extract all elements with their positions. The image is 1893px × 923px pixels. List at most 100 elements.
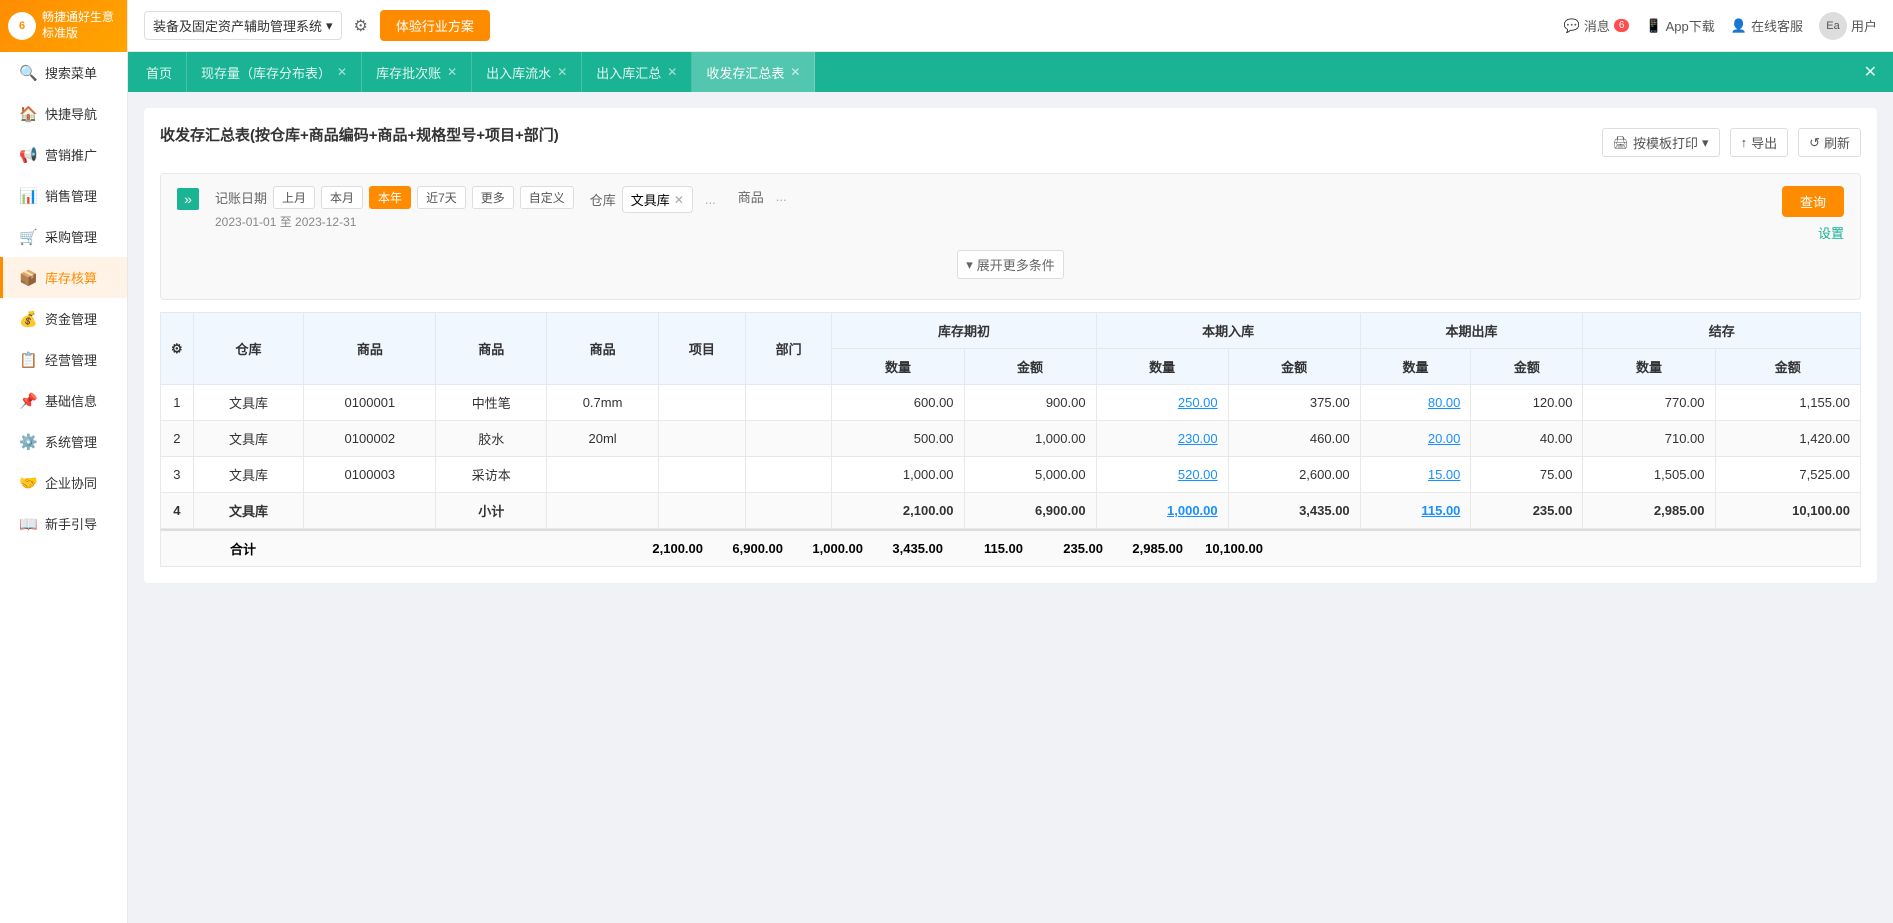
cell-in-amt: 375.00 <box>1228 385 1360 421</box>
cell-in-amt: 460.00 <box>1228 421 1360 457</box>
warehouse-filter-group: 仓库 文具库 ✕ ... <box>590 186 722 213</box>
date-btn-more[interactable]: 更多 <box>472 186 514 209</box>
cell-opening-qty: 1,000.00 <box>832 457 964 493</box>
sidebar-item-label: 库存核算 <box>45 268 97 287</box>
cell-out-qty[interactable]: 115.00 <box>1360 493 1471 529</box>
tab-close-icon[interactable]: ✕ <box>667 65 677 79</box>
cell-dept <box>745 457 832 493</box>
filter-toggle-btn[interactable]: » <box>177 188 199 210</box>
filter-settings-link[interactable]: 设置 <box>1818 223 1844 242</box>
sidebar-item-purchase[interactable]: 🛒采购管理 <box>0 216 127 257</box>
col-header-closing-amt: 金额 <box>1715 349 1861 385</box>
sidebar-item-system[interactable]: ⚙️ 系统管理 <box>0 421 127 462</box>
cell-opening-amt: 6,900.00 <box>964 493 1096 529</box>
cell-spec: 0.7mm <box>547 385 659 421</box>
sidebar: 6 畅捷通好生意 标准版 🔍搜索菜单🏠快捷导航📢营销推广📊销售管理🛒采购管理📦库… <box>0 0 128 923</box>
col-header-closing: 结存 <box>1583 313 1861 349</box>
print-icon: 🖨 <box>1613 135 1630 151</box>
remove-warehouse-icon[interactable]: ✕ <box>674 193 684 207</box>
col-header-in: 本期入库 <box>1096 313 1360 349</box>
date-btn-7days[interactable]: 近7天 <box>417 186 466 209</box>
date-btn-last-month[interactable]: 上月 <box>273 186 315 209</box>
cell-closing-qty: 2,985.00 <box>1583 493 1715 529</box>
data-table: ⚙ 仓库 商品 商品 商品 项目 部门 库存期初 本期入库 本期出库 结存 <box>160 312 1861 529</box>
online-service-item[interactable]: 👤 在线客服 <box>1731 16 1803 35</box>
sidebar-item-inventory[interactable]: 📦库存核算 <box>0 257 127 298</box>
tabbar: 首页 现存量（库存分布表） ✕ 库存批次账 ✕ 出入库流水 ✕ 出入库汇总 ✕ … <box>128 52 1893 92</box>
col-header-in-qty: 数量 <box>1096 349 1228 385</box>
query-button[interactable]: 查询 <box>1782 186 1844 217</box>
sidebar-item-capital[interactable]: 💰资金管理 <box>0 298 127 339</box>
cell-out-amt: 40.00 <box>1471 421 1583 457</box>
date-btn-this-month[interactable]: 本月 <box>321 186 363 209</box>
tab-recv-send[interactable]: 收发存汇总表 ✕ <box>692 52 815 92</box>
cell-out-qty[interactable]: 20.00 <box>1360 421 1471 457</box>
date-btn-this-year[interactable]: 本年 <box>369 186 411 209</box>
sidebar-item-operations[interactable]: 📋经营管理 <box>0 339 127 380</box>
page-content: 收发存汇总表(按仓库+商品编码+商品+规格型号+项目+部门) 🖨 按模板打印 ▾… <box>128 92 1893 923</box>
cell-in-qty[interactable]: 250.00 <box>1096 385 1228 421</box>
cell-name: 采访本 <box>436 457 547 493</box>
cell-index: 1 <box>161 385 194 421</box>
trial-button[interactable]: 体验行业方案 <box>380 10 490 41</box>
settings-icon[interactable]: ⚙ <box>354 16 368 36</box>
cell-in-qty[interactable]: 520.00 <box>1096 457 1228 493</box>
tab-close-icon[interactable]: ✕ <box>790 65 800 79</box>
col-header-name: 商品 <box>436 313 547 385</box>
cell-dept <box>745 421 832 457</box>
col-header-warehouse: 仓库 <box>193 313 304 385</box>
enterprise-icon: 🤝 <box>19 474 37 492</box>
warehouse-tag[interactable]: 文具库 ✕ <box>622 186 693 213</box>
warehouse-more-btn[interactable]: ... <box>699 189 722 210</box>
cell-name: 小计 <box>436 493 547 529</box>
tab-close-icon[interactable]: ✕ <box>337 65 347 79</box>
table-container: ⚙ 仓库 商品 商品 商品 项目 部门 库存期初 本期入库 本期出库 结存 <box>160 312 1861 567</box>
sidebar-item-guide[interactable]: 📖新手引导 <box>0 503 127 544</box>
sidebar-item-label: 系统管理 <box>45 432 97 451</box>
tab-close-icon[interactable]: ✕ <box>557 65 567 79</box>
tab-inout-flow[interactable]: 出入库流水 ✕ <box>472 52 582 92</box>
sidebar-item-label: 基础信息 <box>45 391 97 410</box>
system-icon: ⚙️ <box>19 433 37 451</box>
col-header-out-qty: 数量 <box>1360 349 1471 385</box>
sidebar-item-enterprise[interactable]: 🤝企业协同 <box>0 462 127 503</box>
cell-opening-qty: 600.00 <box>832 385 964 421</box>
cell-closing-amt: 7,525.00 <box>1715 457 1861 493</box>
goods-more-btn[interactable]: ... <box>770 186 793 207</box>
print-btn[interactable]: 🖨 按模板打印 ▾ <box>1602 128 1720 157</box>
tab-close-icon[interactable]: ✕ <box>447 65 457 79</box>
sidebar-item-sales[interactable]: 📊销售管理 <box>0 175 127 216</box>
cell-in-qty[interactable]: 1,000.00 <box>1096 493 1228 529</box>
col-header-opening: 库存期初 <box>832 313 1096 349</box>
messages-item[interactable]: 💬 消息 6 <box>1564 16 1630 35</box>
date-btn-custom[interactable]: 自定义 <box>520 186 574 209</box>
cell-opening-amt: 900.00 <box>964 385 1096 421</box>
sidebar-item-quick-nav[interactable]: 🏠快捷导航 <box>0 93 127 134</box>
export-btn[interactable]: ↑ 导出 <box>1730 128 1789 157</box>
cell-out-qty[interactable]: 15.00 <box>1360 457 1471 493</box>
cell-closing-amt: 1,420.00 <box>1715 421 1861 457</box>
cell-out-qty[interactable]: 80.00 <box>1360 385 1471 421</box>
close-all-tabs-icon[interactable]: ✕ <box>1852 62 1889 82</box>
system-selector[interactable]: 装备及固定资产辅助管理系统 ▾ <box>144 11 342 40</box>
sidebar-item-basic-info[interactable]: 📌基础信息 <box>0 380 127 421</box>
tab-inout-summary[interactable]: 出入库汇总 ✕ <box>582 52 692 92</box>
refresh-btn[interactable]: ↺ 刷新 <box>1798 128 1861 157</box>
sidebar-item-marketing[interactable]: 📢营销推广 <box>0 134 127 175</box>
tab-batch[interactable]: 库存批次账 ✕ <box>362 52 472 92</box>
tab-stock-dist[interactable]: 现存量（库存分布表） ✕ <box>187 52 362 92</box>
user-item[interactable]: Ea 用户 <box>1819 12 1877 40</box>
sidebar-item-search[interactable]: 🔍搜索菜单 <box>0 52 127 93</box>
tab-home[interactable]: 首页 <box>132 52 187 92</box>
footer-opening-qty: 2,100.00 <box>623 541 703 556</box>
sidebar-item-label: 新手引导 <box>45 514 97 533</box>
cell-name: 胶水 <box>436 421 547 457</box>
app-download-item[interactable]: 📱 App下载 <box>1645 16 1714 35</box>
cell-in-qty[interactable]: 230.00 <box>1096 421 1228 457</box>
cell-warehouse: 文具库 <box>193 493 304 529</box>
expand-conditions-btn[interactable]: ▾ 展开更多条件 <box>957 250 1064 279</box>
footer-out-qty: 115.00 <box>943 541 1023 556</box>
cell-warehouse: 文具库 <box>193 421 304 457</box>
table-gear-header: ⚙ <box>161 313 194 385</box>
cell-out-amt: 75.00 <box>1471 457 1583 493</box>
